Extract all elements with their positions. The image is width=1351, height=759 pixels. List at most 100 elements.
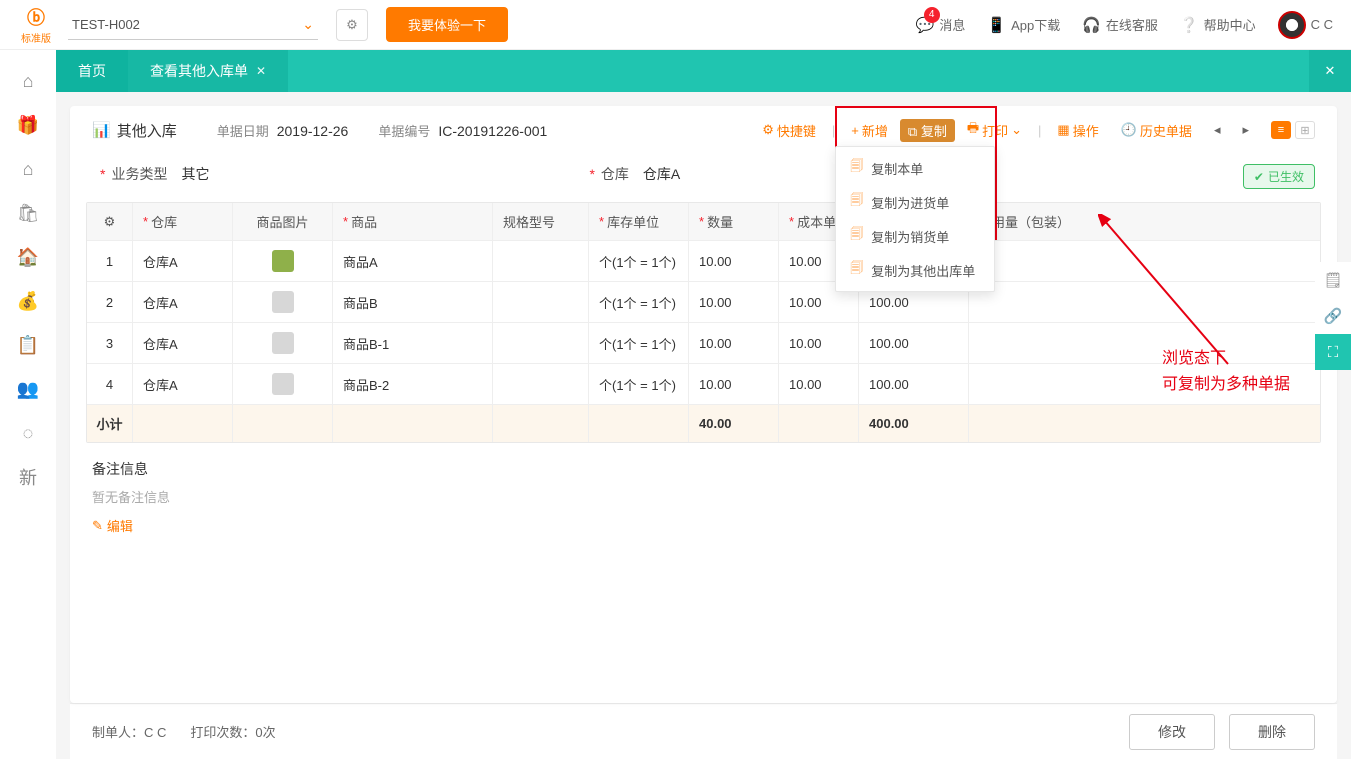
table-row[interactable]: 3仓库A商品B-1个(1个 = 1个)10.0010.00100.00	[87, 323, 1320, 364]
help-icon: ❔	[1180, 16, 1199, 34]
nav-warehouse-icon[interactable]: 🏠	[17, 246, 39, 268]
plus-icon: +	[851, 123, 859, 138]
product-thumb	[272, 332, 294, 354]
next-button[interactable]: ▸	[1236, 119, 1255, 141]
dd-label: 复制为销货单	[871, 227, 949, 246]
doc-no-label: 单据编号	[378, 124, 430, 139]
float-note-button[interactable]: 🗒	[1315, 262, 1351, 298]
delete-button[interactable]: 删除	[1229, 714, 1315, 750]
view-card-button[interactable]: ⊞	[1295, 121, 1315, 139]
col-img: 商品图片	[233, 203, 333, 240]
row-wh: 仓库A	[133, 241, 233, 281]
creator-label: 制单人：	[92, 725, 144, 740]
cs-label: 在线客服	[1106, 15, 1158, 34]
close-icon[interactable]: ✕	[256, 64, 266, 78]
phone-icon: 📱	[987, 16, 1006, 34]
messages-link[interactable]: 💬 消息 4	[916, 15, 966, 34]
copy-dd-item[interactable]: 🗐复制为进货单	[836, 185, 994, 219]
nav-clipboard-icon[interactable]: 📋	[17, 334, 39, 356]
col-gear[interactable]: ⚙	[87, 203, 133, 240]
chevron-left-icon: ◂	[1214, 122, 1221, 138]
row-img	[233, 241, 333, 281]
cta-try-button[interactable]: 我要体验一下	[386, 7, 508, 42]
col-unit: *库存单位	[589, 203, 689, 240]
float-expand-button[interactable]: ⛶	[1315, 334, 1351, 370]
history-label: 历史单据	[1140, 121, 1192, 140]
print-button[interactable]: 🖶打印 ⌄	[961, 116, 1028, 144]
row-unit: 个(1个 = 1个)	[589, 282, 689, 322]
row-img	[233, 323, 333, 363]
nav-gift-icon[interactable]: 🎁	[17, 114, 39, 136]
customer-service-link[interactable]: 🎧 在线客服	[1082, 15, 1158, 34]
product-thumb	[272, 250, 294, 272]
status-badge: ✔ 已生效	[1243, 164, 1315, 189]
user-menu[interactable]: C C	[1278, 11, 1333, 39]
nav-house2-icon[interactable]: ⌂	[17, 158, 39, 180]
tabs-bar: 首页 查看其他入库单 ✕ ✕	[56, 50, 1351, 92]
copy-dd-item[interactable]: 🗐复制为其他出库单	[836, 253, 994, 287]
side-nav: ⌂ 🎁 ⌂ 🛍 🏠 💰 📋 👥 ◌ 新	[0, 50, 56, 759]
nav-money-icon[interactable]: 💰	[17, 290, 39, 312]
printcount-value: 0次	[255, 725, 275, 740]
headset-icon: 🎧	[1082, 16, 1101, 34]
col-spec: 规格型号	[493, 203, 589, 240]
row-index: 3	[87, 323, 133, 363]
col-avail: 可用量（包装）	[969, 203, 1320, 240]
copy-dd-item[interactable]: 🗐复制为销货单	[836, 219, 994, 253]
nav-home-icon[interactable]: ⌂	[17, 70, 39, 92]
subtotal-qty: 40.00	[689, 405, 779, 442]
row-amount: 100.00	[859, 323, 969, 363]
edit-button[interactable]: 修改	[1129, 714, 1215, 750]
help-link[interactable]: ❔ 帮助中心	[1180, 15, 1256, 34]
grid-icon: ▦	[1057, 122, 1069, 138]
row-unit: 个(1个 = 1个)	[589, 323, 689, 363]
product-thumb	[272, 373, 294, 395]
other-icon: 🗐	[850, 259, 863, 281]
doc-type-icon: 📊	[92, 121, 111, 139]
separator: |	[1038, 123, 1041, 138]
table-header-row: ⚙ *仓库 商品图片 *商品 规格型号 *库存单位 *数量 *成本单价 *成本金…	[87, 203, 1320, 241]
store-selector[interactable]: TEST-H002 ⌄	[68, 10, 318, 40]
nav-new-icon[interactable]: 新	[17, 466, 39, 488]
row-price: 10.00	[779, 323, 859, 363]
history-button[interactable]: 🕘历史单据	[1115, 118, 1198, 143]
nav-more-icon[interactable]: ◌	[17, 422, 39, 444]
table-row[interactable]: 2仓库A商品B个(1个 = 1个)10.0010.00100.00	[87, 282, 1320, 323]
topbar: ⓑ 标准版 TEST-H002 ⌄ ⚙ 我要体验一下 💬 消息 4 📱 App下…	[0, 0, 1351, 50]
nav-bag-icon[interactable]: 🛍	[17, 202, 39, 224]
row-wh: 仓库A	[133, 364, 233, 404]
row-avail	[969, 282, 1320, 322]
remarks-edit-button[interactable]: ✎编辑	[92, 516, 1315, 535]
prev-button[interactable]: ◂	[1208, 119, 1227, 141]
view-list-button[interactable]: ≡	[1271, 121, 1291, 139]
col-wh: *仓库	[133, 203, 233, 240]
copy-dd-item[interactable]: 🗐复制本单	[836, 151, 994, 185]
shortcut-button[interactable]: ⚙快捷键	[756, 118, 822, 143]
user-name: C C	[1311, 17, 1333, 32]
app-download-link[interactable]: 📱 App下载	[987, 15, 1060, 34]
nav-users-icon[interactable]: 👥	[17, 378, 39, 400]
tab-home[interactable]: 首页	[56, 50, 128, 92]
card-header: 📊 其他入库 单据日期2019-12-26 单据编号IC-20191226-00…	[70, 106, 1337, 154]
avatar	[1278, 11, 1306, 39]
settings-button[interactable]: ⚙	[336, 9, 368, 41]
close-all-tabs-button[interactable]: ✕	[1309, 50, 1351, 92]
row-index: 1	[87, 241, 133, 281]
table-row[interactable]: 4仓库A商品B-2个(1个 = 1个)10.0010.00100.00	[87, 364, 1320, 405]
row-unit: 个(1个 = 1个)	[589, 241, 689, 281]
doc-date-label: 单据日期	[217, 124, 269, 139]
ops-button[interactable]: ▦操作	[1051, 118, 1104, 143]
remarks-edit-label: 编辑	[107, 516, 133, 535]
float-link-button[interactable]: 🔗	[1315, 298, 1351, 334]
ops-label: 操作	[1073, 121, 1099, 140]
row-qty: 10.00	[689, 323, 779, 363]
tab-current[interactable]: 查看其他入库单 ✕	[128, 50, 288, 92]
app-dl-label: App下载	[1011, 15, 1060, 34]
copy-button[interactable]: ⧉ 复制	[900, 119, 955, 142]
table-row[interactable]: 1仓库A商品A个(1个 = 1个)10.0010.00100.00	[87, 241, 1320, 282]
row-img	[233, 282, 333, 322]
remarks-empty: 暂无备注信息	[92, 487, 1315, 506]
chevron-right-icon: ▸	[1242, 122, 1249, 138]
add-button[interactable]: +新增	[845, 118, 894, 143]
gear-icon: ⚙	[104, 214, 116, 230]
